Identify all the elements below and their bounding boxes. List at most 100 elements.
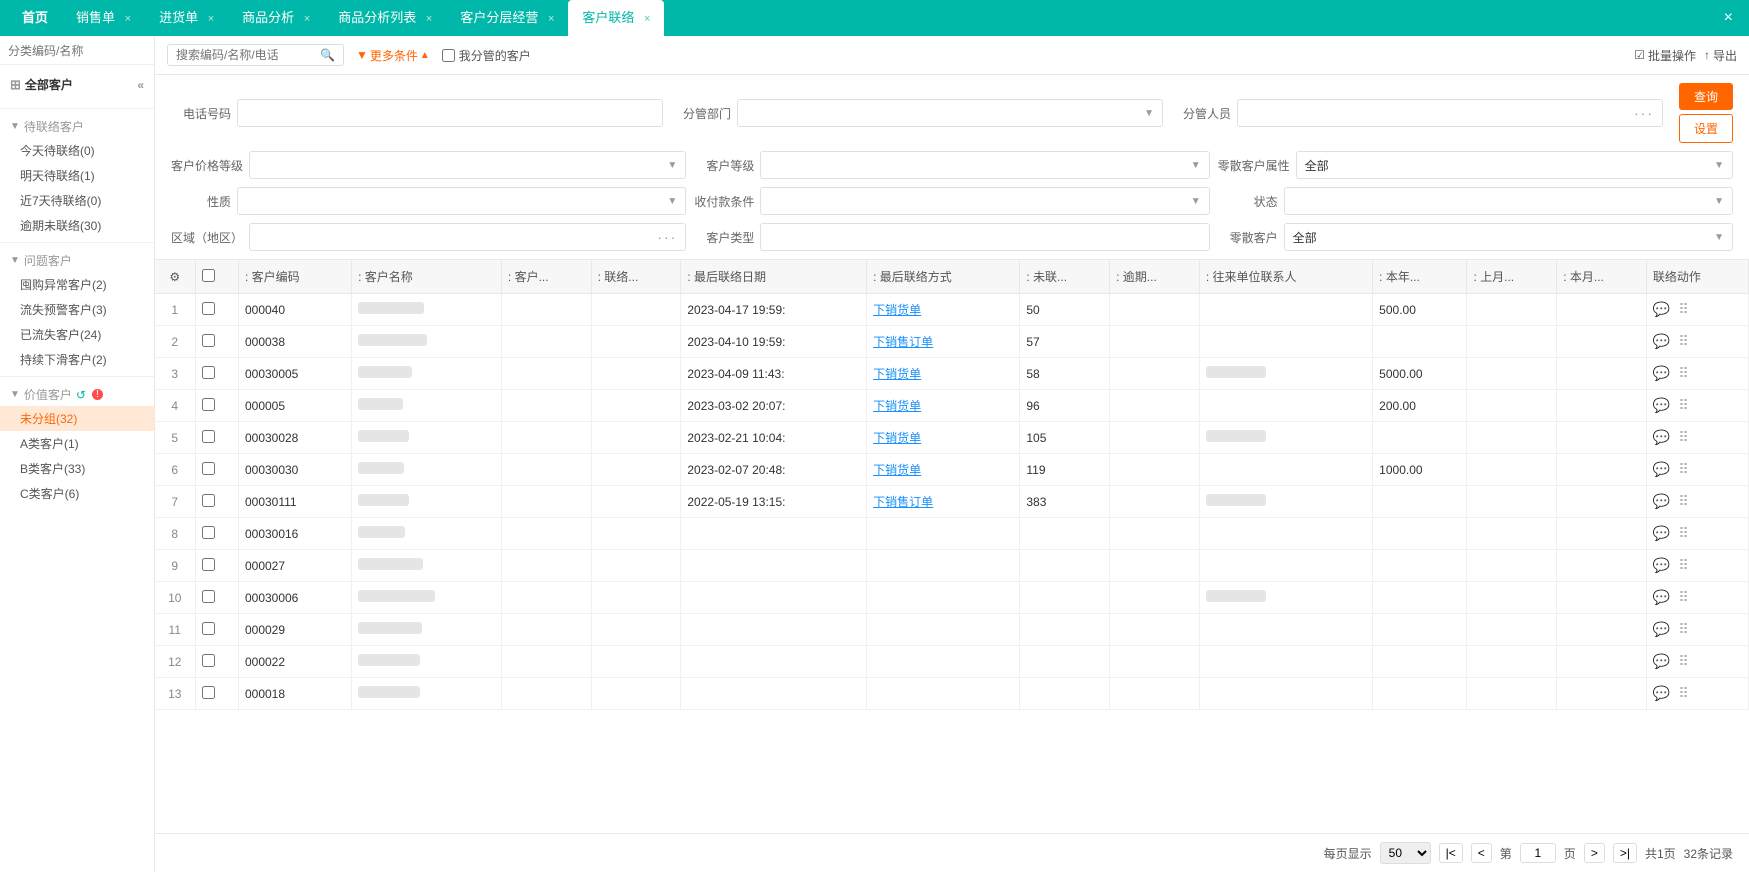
settings-icon[interactable]: ⚙ xyxy=(169,270,180,284)
row-checkbox-cell[interactable] xyxy=(195,678,238,710)
th-client-type[interactable]: : 客户... xyxy=(501,260,591,294)
more-icon[interactable]: ⠿ xyxy=(1678,429,1688,446)
per-page-select[interactable]: 50 100 200 xyxy=(1380,842,1431,864)
tab-customer-contact[interactable]: 客户联络 × xyxy=(568,0,664,36)
page-number-input[interactable] xyxy=(1520,843,1556,863)
row-checkbox[interactable] xyxy=(202,366,215,379)
message-icon[interactable]: 💬 xyxy=(1653,429,1670,446)
th-code[interactable]: : 客户编码 xyxy=(238,260,351,294)
row-checkbox[interactable] xyxy=(202,430,215,443)
more-conditions-button[interactable]: ▼ 更多条件 ▲ xyxy=(356,47,430,64)
search-box[interactable]: 🔍 xyxy=(167,44,344,66)
tab-product-analysis[interactable]: 商品分析 × xyxy=(228,0,324,36)
th-settings[interactable]: ⚙ xyxy=(155,260,195,294)
sidebar-item-hoard-abnormal[interactable]: 囤购异常客户(2) xyxy=(0,272,154,297)
contact-method-link[interactable]: 下销货单 xyxy=(873,303,921,317)
last-contact-method[interactable]: 下销货单 xyxy=(867,294,1020,326)
sidebar-item-churned[interactable]: 已流失客户(24) xyxy=(0,322,154,347)
prev-page-button[interactable]: < xyxy=(1471,843,1492,863)
last-contact-method[interactable]: 下销货单 xyxy=(867,358,1020,390)
message-icon[interactable]: 💬 xyxy=(1653,365,1670,382)
row-checkbox[interactable] xyxy=(202,590,215,603)
close-tab-product-analysis[interactable]: × xyxy=(304,13,310,25)
th-this-month[interactable]: : 本月... xyxy=(1557,260,1647,294)
my-customers-check[interactable] xyxy=(442,49,455,62)
contact-method-link[interactable]: 下销货单 xyxy=(873,367,921,381)
sidebar-group-value-label[interactable]: ▼ 价值客户 ↺ ! xyxy=(0,381,154,406)
row-checkbox-cell[interactable] xyxy=(195,582,238,614)
customer-type-select[interactable] xyxy=(760,223,1209,251)
message-icon[interactable]: 💬 xyxy=(1653,653,1670,670)
row-checkbox-cell[interactable] xyxy=(195,390,238,422)
contact-method-link[interactable]: 下销售订单 xyxy=(873,335,933,349)
message-icon[interactable]: 💬 xyxy=(1653,397,1670,414)
more-icon[interactable]: ⠿ xyxy=(1678,365,1688,382)
sidebar-search-input[interactable] xyxy=(8,44,155,58)
th-last-contact-date[interactable]: : 最后联络日期 xyxy=(681,260,867,294)
customer-level-select[interactable]: ▼ xyxy=(760,151,1209,179)
row-checkbox-cell[interactable] xyxy=(195,550,238,582)
nav-close-button[interactable]: × xyxy=(1716,9,1741,27)
last-contact-method[interactable]: 下销售订单 xyxy=(867,326,1020,358)
close-tab-product-list[interactable]: × xyxy=(426,13,432,25)
row-checkbox-cell[interactable] xyxy=(195,358,238,390)
person-select[interactable]: ··· xyxy=(1237,99,1663,127)
first-page-button[interactable]: |< xyxy=(1439,843,1463,863)
sidebar-item-today[interactable]: 今天待联络(0) xyxy=(0,138,154,163)
message-icon[interactable]: 💬 xyxy=(1653,461,1670,478)
retail-customer-select[interactable]: 全部▼ xyxy=(1284,223,1733,251)
row-checkbox[interactable] xyxy=(202,494,215,507)
area-select[interactable]: ··· xyxy=(249,223,686,251)
row-checkbox[interactable] xyxy=(202,622,215,635)
message-icon[interactable]: 💬 xyxy=(1653,557,1670,574)
select-all-checkbox[interactable] xyxy=(202,269,215,282)
row-checkbox-cell[interactable] xyxy=(195,518,238,550)
search-input[interactable] xyxy=(176,48,316,62)
sidebar-item-type-c[interactable]: C类客户(6) xyxy=(0,481,154,506)
status-select[interactable]: ▼ xyxy=(1284,187,1733,215)
sidebar-item-churn-warning[interactable]: 流失预警客户(3) xyxy=(0,297,154,322)
contact-method-link[interactable]: 下销售订单 xyxy=(873,495,933,509)
retail-attr-select[interactable]: 全部▼ xyxy=(1296,151,1733,179)
price-level-select[interactable]: ▼ xyxy=(249,151,686,179)
close-tab-customer-contact[interactable]: × xyxy=(644,13,650,25)
row-checkbox[interactable] xyxy=(202,398,215,411)
all-customers-header[interactable]: ⊞ 全部客户 « xyxy=(0,71,154,98)
next-page-button[interactable]: > xyxy=(1584,843,1605,863)
more-icon[interactable]: ⠿ xyxy=(1678,493,1688,510)
nature-select[interactable]: ▼ xyxy=(237,187,686,215)
more-icon[interactable]: ⠿ xyxy=(1678,397,1688,414)
more-icon[interactable]: ⠿ xyxy=(1678,653,1688,670)
row-checkbox[interactable] xyxy=(202,334,215,347)
more-icon[interactable]: ⠿ xyxy=(1678,333,1688,350)
sidebar-item-overdue[interactable]: 逾期未联络(30) xyxy=(0,213,154,238)
sidebar-item-type-a[interactable]: A类客户(1) xyxy=(0,431,154,456)
message-icon[interactable]: 💬 xyxy=(1653,301,1670,318)
message-icon[interactable]: 💬 xyxy=(1653,333,1670,350)
th-checkbox[interactable] xyxy=(195,260,238,294)
tab-customer-tier[interactable]: 客户分层经营 × xyxy=(446,0,568,36)
more-icon[interactable]: ⠿ xyxy=(1678,301,1688,318)
message-icon[interactable]: 💬 xyxy=(1653,493,1670,510)
last-contact-method[interactable]: 下销货单 xyxy=(867,390,1020,422)
close-tab-purchase[interactable]: × xyxy=(208,13,214,25)
tab-product-list[interactable]: 商品分析列表 × xyxy=(324,0,446,36)
row-checkbox[interactable] xyxy=(202,686,215,699)
more-icon[interactable]: ⠿ xyxy=(1678,557,1688,574)
query-button[interactable]: 查询 xyxy=(1679,83,1733,110)
more-icon[interactable]: ⠿ xyxy=(1678,621,1688,638)
refresh-icon[interactable]: ↺ xyxy=(76,388,86,402)
last-contact-method[interactable]: 下销售订单 xyxy=(867,486,1020,518)
sidebar-group-pending-label[interactable]: ▼ 待联络客户 xyxy=(0,113,154,138)
row-checkbox-cell[interactable] xyxy=(195,454,238,486)
more-icon[interactable]: ⠿ xyxy=(1678,589,1688,606)
tab-purchase-order[interactable]: 进货单 × xyxy=(145,0,228,36)
contact-method-link[interactable]: 下销货单 xyxy=(873,399,921,413)
row-checkbox[interactable] xyxy=(202,462,215,475)
contact-method-link[interactable]: 下销货单 xyxy=(873,463,921,477)
more-icon[interactable]: ⠿ xyxy=(1678,461,1688,478)
payment-select[interactable]: ▼ xyxy=(760,187,1209,215)
row-checkbox-cell[interactable] xyxy=(195,422,238,454)
message-icon[interactable]: 💬 xyxy=(1653,525,1670,542)
tab-home[interactable]: 首页 xyxy=(8,0,62,36)
